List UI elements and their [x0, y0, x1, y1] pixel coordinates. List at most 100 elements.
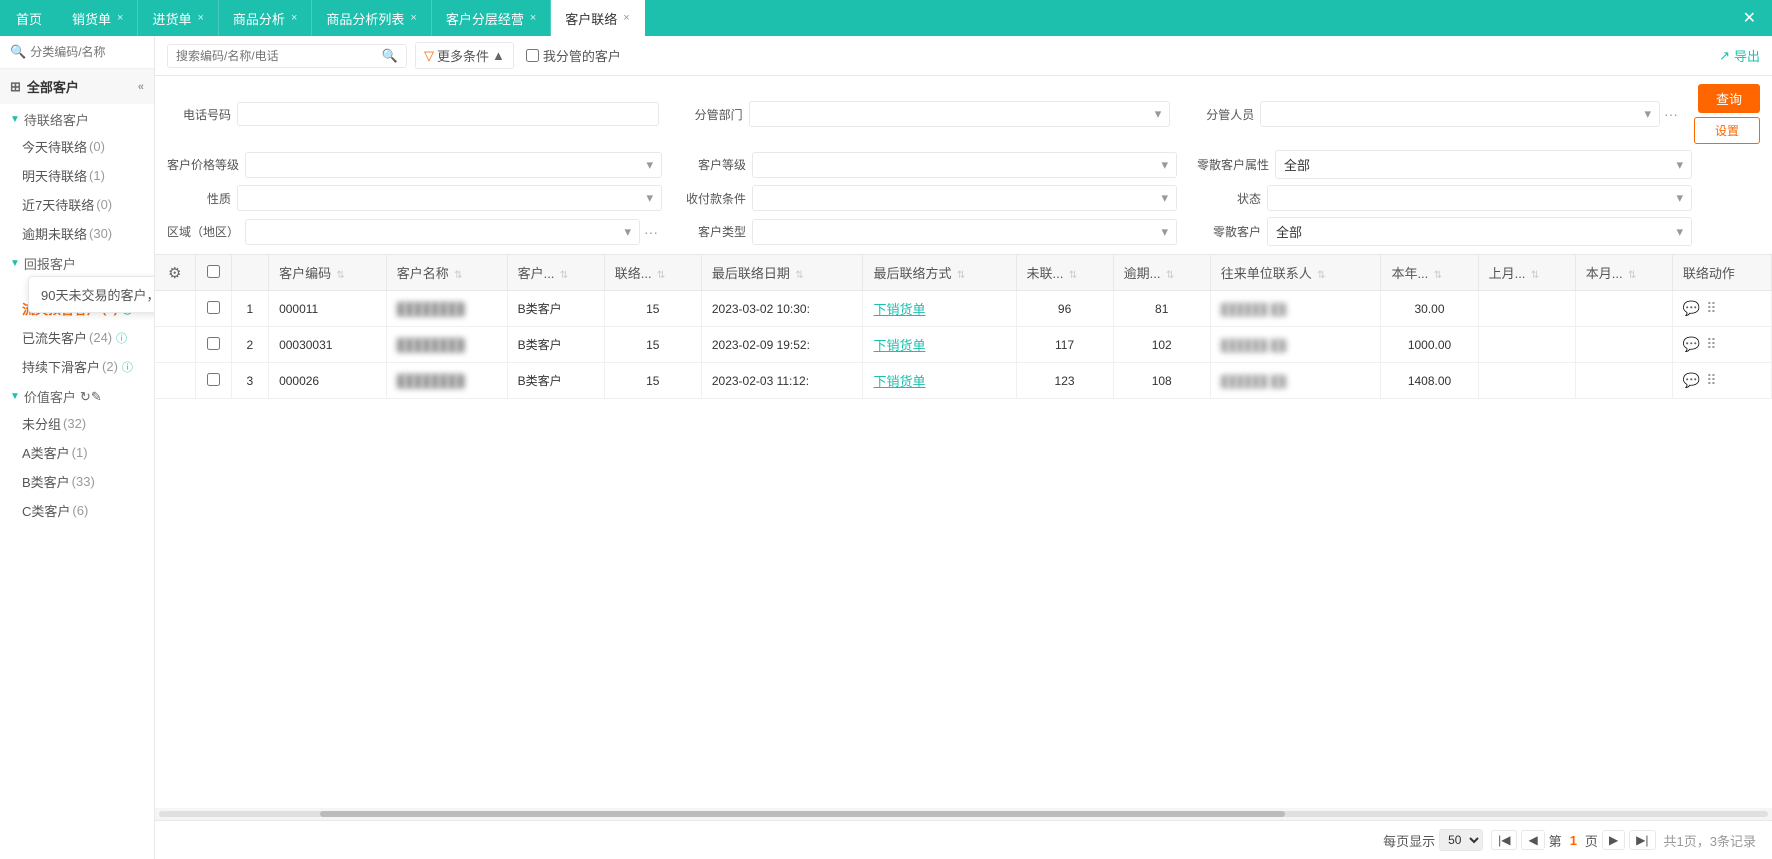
sort-icon-uncontact[interactable]: ⇅: [1069, 270, 1077, 281]
horizontal-scrollbar[interactable]: [155, 808, 1772, 820]
tab-customer-tier-close[interactable]: ×: [530, 12, 536, 24]
sidebar-item-ungrouped[interactable]: 未分组 (32): [0, 409, 154, 438]
sidebar-item-today-pending[interactable]: 今天待联络 (0): [0, 132, 154, 161]
sidebar-item-a-class[interactable]: A类客户 (1): [0, 438, 154, 467]
action-more-icon-2[interactable]: ⠿: [1706, 372, 1716, 389]
filter-select-nature[interactable]: ▾: [237, 185, 662, 211]
sort-icon-overdue[interactable]: ⇅: [1166, 270, 1174, 281]
th-overdue[interactable]: 逾期... ⇅: [1113, 255, 1210, 291]
filter-select-status[interactable]: ▾: [1267, 185, 1692, 211]
select-all-checkbox[interactable]: [207, 265, 220, 278]
filter-select-payment[interactable]: ▾: [752, 185, 1177, 211]
th-this-year[interactable]: 本年... ⇅: [1381, 255, 1478, 291]
filter-select-dept[interactable]: ▾: [749, 101, 1171, 127]
sort-icon-way[interactable]: ⇅: [957, 270, 965, 281]
sort-icon-contact[interactable]: ⇅: [657, 270, 665, 281]
table-settings-icon[interactable]: ⚙: [168, 265, 181, 282]
page-size-select[interactable]: 50: [1439, 829, 1483, 851]
th-last-contact-date[interactable]: 最后联络日期 ⇅: [701, 255, 863, 291]
sidebar-all-customers[interactable]: ⊞ 全部客户 «: [0, 69, 154, 104]
setting-button[interactable]: 设置: [1694, 117, 1760, 144]
filter-select-customer-type[interactable]: ▾: [752, 219, 1177, 245]
action-chat-icon-0[interactable]: 💬: [1683, 300, 1700, 317]
filter-select-region[interactable]: ▾: [245, 219, 640, 245]
th-code[interactable]: 客户编码 ⇅: [269, 255, 387, 291]
sidebar-item-tomorrow-pending[interactable]: 明天待联络 (1): [0, 161, 154, 190]
last-contact-way-link-1[interactable]: 下销货单: [873, 338, 925, 353]
tab-sales[interactable]: 销货单 ×: [58, 0, 138, 36]
tab-purchase-close[interactable]: ×: [197, 12, 203, 24]
sidebar-item-b-class[interactable]: B类客户 (33): [0, 467, 154, 496]
th-last-month[interactable]: 上月... ⇅: [1478, 255, 1575, 291]
sidebar-group-value[interactable]: ▼ 价值客户 ↻ ✎: [0, 381, 154, 409]
sort-icon-type[interactable]: ⇅: [560, 270, 568, 281]
more-btn-region[interactable]: ···: [640, 224, 662, 240]
th-name[interactable]: 客户名称 ⇅: [386, 255, 507, 291]
row-checkbox-1[interactable]: [207, 337, 220, 350]
tab-home[interactable]: 首页: [0, 0, 58, 36]
row-checkbox-0[interactable]: [207, 301, 220, 314]
last-contact-way-link-2[interactable]: 下销货单: [873, 374, 925, 389]
action-chat-icon-1[interactable]: 💬: [1683, 336, 1700, 353]
sidebar-item-declining[interactable]: 持续下滑客户 (2) ⓘ: [0, 352, 154, 381]
sidebar-item-c-class[interactable]: C类客户 (6): [0, 496, 154, 525]
tab-customer-tier[interactable]: 客户分层经营 ×: [432, 0, 551, 36]
tab-customer-contact-close[interactable]: ×: [623, 12, 629, 24]
value-refresh-icon[interactable]: ↻: [80, 389, 91, 405]
more-btn-person[interactable]: ···: [1660, 106, 1682, 122]
sidebar-search-input[interactable]: [30, 45, 144, 59]
sort-icon-name[interactable]: ⇅: [454, 270, 462, 281]
filter-more-conditions[interactable]: ▽ 更多条件 ▲: [415, 42, 514, 69]
filter-input-phone[interactable]: [237, 102, 659, 126]
sort-icon-unit[interactable]: ⇅: [1317, 270, 1325, 281]
filter-select-person[interactable]: ▾: [1260, 101, 1660, 127]
page-first-btn[interactable]: |◀: [1491, 830, 1517, 850]
action-more-icon-1[interactable]: ⠿: [1706, 336, 1716, 353]
window-close-button[interactable]: ✕: [1727, 0, 1772, 36]
row-checkbox-2[interactable]: [207, 373, 220, 386]
sidebar-group-pending[interactable]: ▼ 待联络客户: [0, 104, 154, 132]
sidebar-item-week-pending[interactable]: 近7天待联络 (0): [0, 190, 154, 219]
page-last-btn[interactable]: ▶|: [1629, 830, 1655, 850]
sidebar-item-already-lost[interactable]: 已流失客户 (24) ⓘ: [0, 323, 154, 352]
filter-select-customer-grade[interactable]: ▾: [752, 152, 1177, 178]
scroll-thumb[interactable]: [320, 811, 1285, 817]
th-type[interactable]: 客户... ⇅: [507, 255, 604, 291]
th-contact[interactable]: 联络... ⇅: [604, 255, 701, 291]
tab-sales-close[interactable]: ×: [117, 12, 123, 24]
tab-goods-analysis-list-close[interactable]: ×: [410, 12, 416, 24]
my-customers-checkbox[interactable]: [526, 49, 539, 62]
tab-goods-analysis-list[interactable]: 商品分析列表 ×: [312, 0, 431, 36]
action-chat-icon-2[interactable]: 💬: [1683, 372, 1700, 389]
th-this-month[interactable]: 本月... ⇅: [1575, 255, 1672, 291]
filter-select-price-grade[interactable]: ▾: [245, 152, 662, 178]
sort-icon-date[interactable]: ⇅: [795, 270, 803, 281]
my-customers-checkbox-label[interactable]: 我分管的客户: [526, 46, 621, 65]
action-more-icon-0[interactable]: ⠿: [1706, 300, 1716, 317]
page-prev-btn[interactable]: ◀: [1521, 830, 1544, 850]
sort-icon-code[interactable]: ⇅: [336, 270, 344, 281]
export-button[interactable]: ↗ 导出: [1719, 46, 1760, 65]
sort-icon-lmonth[interactable]: ⇅: [1531, 270, 1539, 281]
tab-goods-analysis[interactable]: 商品分析 ×: [219, 0, 312, 36]
filter-search-button[interactable]: 🔍: [382, 48, 398, 64]
tab-purchase[interactable]: 进货单 ×: [138, 0, 218, 36]
query-button[interactable]: 查询: [1698, 84, 1760, 113]
last-contact-way-link-0[interactable]: 下销货单: [873, 302, 925, 317]
sort-icon-year[interactable]: ⇅: [1434, 270, 1442, 281]
filter-search-input[interactable]: [176, 49, 382, 63]
sidebar-item-overdue-pending[interactable]: 逾期未联络 (30): [0, 219, 154, 248]
th-un-contact[interactable]: 未联... ⇅: [1016, 255, 1113, 291]
value-edit-icon[interactable]: ✎: [91, 389, 102, 405]
filter-select-scattered[interactable]: 全部 ▾: [1267, 217, 1692, 246]
td-overdue-0: 81: [1113, 291, 1210, 327]
sidebar-collapse-btn[interactable]: «: [138, 81, 144, 93]
sort-icon-month[interactable]: ⇅: [1628, 270, 1636, 281]
th-last-contact-way[interactable]: 最后联络方式 ⇅: [863, 255, 1016, 291]
th-unit-contact[interactable]: 往来单位联系人 ⇅: [1210, 255, 1381, 291]
tab-goods-analysis-close[interactable]: ×: [291, 12, 297, 24]
sidebar-group-lost[interactable]: ▼ 回报客户: [0, 248, 154, 276]
page-next-btn[interactable]: ▶: [1602, 830, 1625, 850]
filter-select-scattered-attr[interactable]: 全部 ▾: [1275, 150, 1692, 179]
tab-customer-contact[interactable]: 客户联络 ×: [551, 0, 644, 36]
